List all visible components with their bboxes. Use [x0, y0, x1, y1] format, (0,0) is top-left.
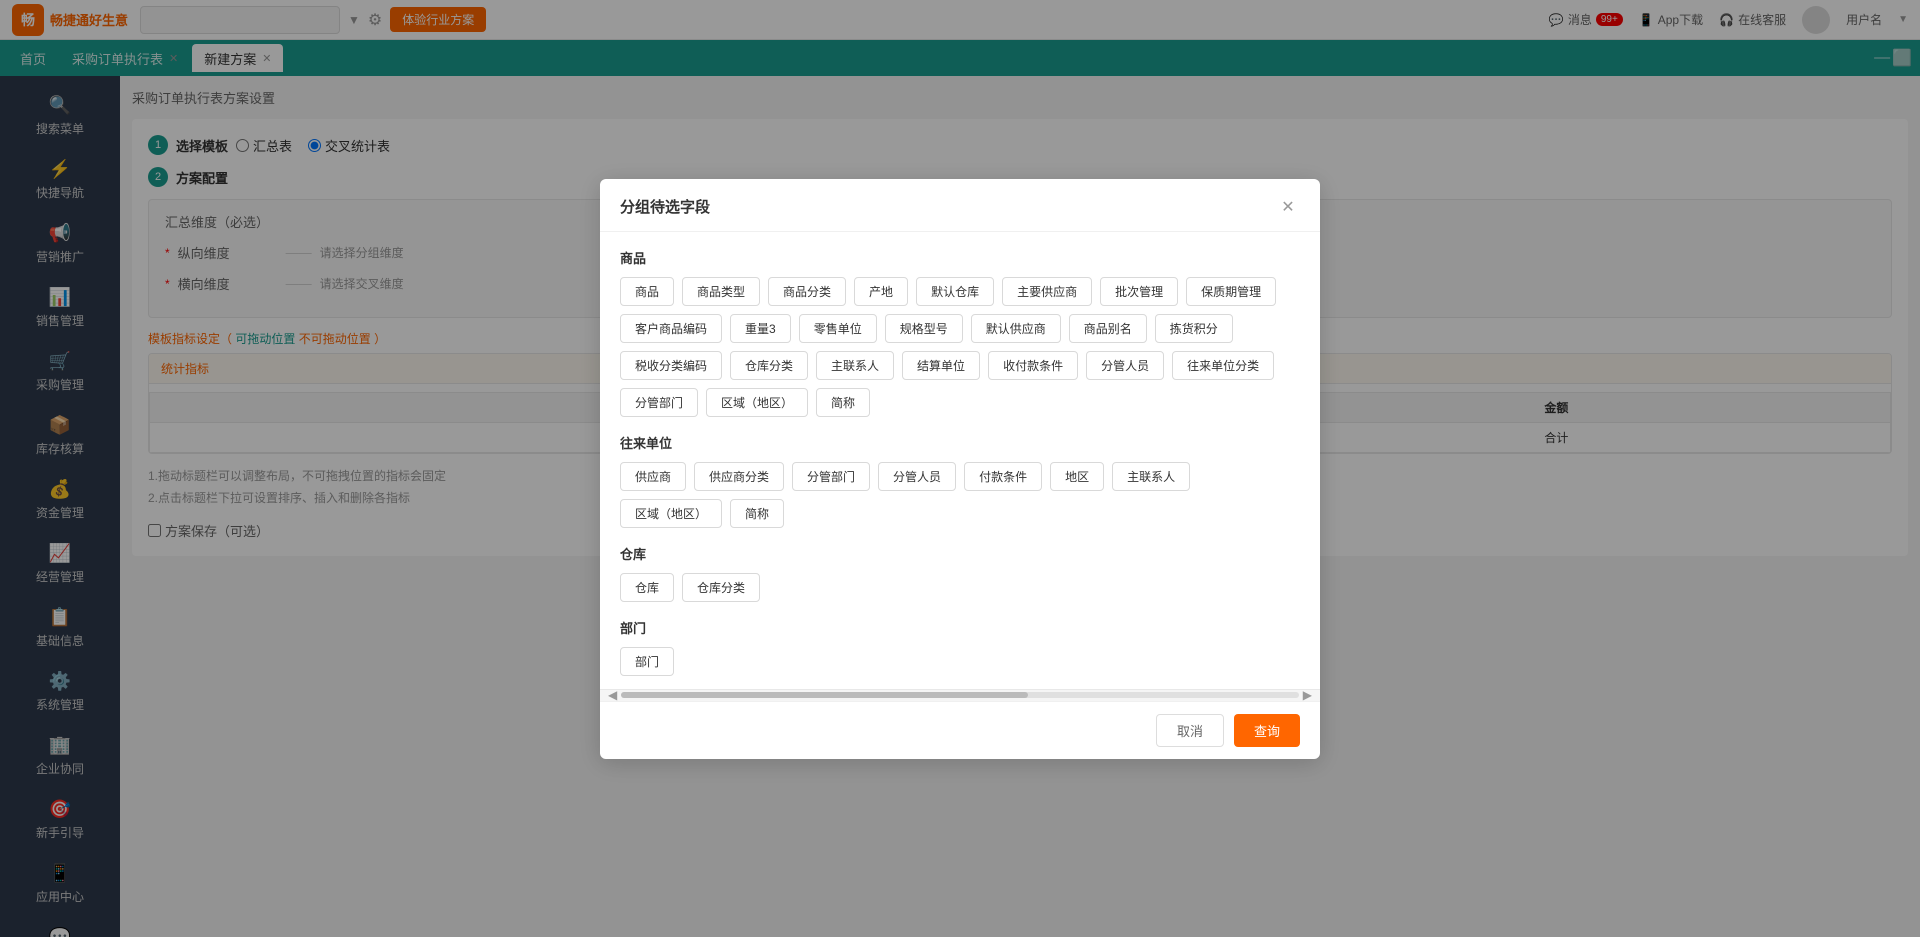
field-tag[interactable]: 重量3	[730, 314, 791, 343]
content-area: 采购订单执行表方案设置 1 选择模板 汇总表 交叉统计表	[120, 76, 1920, 937]
modal-cancel-btn[interactable]: 取消	[1156, 714, 1224, 747]
field-tag[interactable]: 付款条件	[964, 462, 1042, 491]
modal-hscroll: ◀ ▶	[600, 689, 1320, 701]
field-tag[interactable]: 批次管理	[1100, 277, 1178, 306]
field-tag[interactable]: 商品类型	[682, 277, 760, 306]
field-tag[interactable]: 供应商	[620, 462, 686, 491]
modal-confirm-btn[interactable]: 查询	[1234, 714, 1300, 747]
section-warehouse-title: 仓库	[620, 544, 1300, 563]
field-tag[interactable]: 商品	[620, 277, 674, 306]
field-tag[interactable]: 仓库分类	[682, 573, 760, 602]
field-tag[interactable]: 分管人员	[1086, 351, 1164, 380]
main-layout: 🔍 搜索菜单 ⚡ 快捷导航 📢 营销推广 📊 销售管理 🛒 采购管理 📦 库存核…	[0, 76, 1920, 937]
field-tag[interactable]: 零售单位	[799, 314, 877, 343]
field-tag[interactable]: 客户商品编码	[620, 314, 722, 343]
field-tag[interactable]: 结算单位	[902, 351, 980, 380]
modal-footer: 取消 查询	[600, 701, 1320, 759]
field-tag[interactable]: 仓库	[620, 573, 674, 602]
modal-hscroll-bar[interactable]	[621, 692, 1299, 698]
field-tag[interactable]: 区域（地区）	[706, 388, 808, 417]
modal-body[interactable]: 商品 商品 商品类型 商品分类 产地 默认仓库 主要供应商 批次管理 保质期管理…	[600, 232, 1320, 689]
field-tag[interactable]: 保质期管理	[1186, 277, 1276, 306]
section-goods-fields: 商品 商品类型 商品分类 产地 默认仓库 主要供应商 批次管理 保质期管理 客户…	[620, 277, 1300, 417]
section-warehouse-fields: 仓库 仓库分类	[620, 573, 1300, 602]
field-tag[interactable]: 部门	[620, 647, 674, 676]
section-goods: 商品 商品 商品类型 商品分类 产地 默认仓库 主要供应商 批次管理 保质期管理…	[620, 248, 1300, 417]
modal-dialog: 分组待选字段 ✕ 商品 商品 商品类型 商品分类 产地 默认仓库 主要供应商	[600, 179, 1320, 759]
modal-overlay: 分组待选字段 ✕ 商品 商品 商品类型 商品分类 产地 默认仓库 主要供应商	[120, 76, 1920, 937]
modal-title: 分组待选字段	[620, 196, 710, 217]
modal-hscroll-thumb	[621, 692, 1028, 698]
field-tag[interactable]: 简称	[730, 499, 784, 528]
field-tag[interactable]: 简称	[816, 388, 870, 417]
field-tag[interactable]: 主联系人	[1112, 462, 1190, 491]
field-tag[interactable]: 地区	[1050, 462, 1104, 491]
section-partner-title: 往来单位	[620, 433, 1300, 452]
field-tag[interactable]: 往来单位分类	[1172, 351, 1274, 380]
section-department-title: 部门	[620, 618, 1300, 637]
field-tag[interactable]: 商品分类	[768, 277, 846, 306]
field-tag[interactable]: 分管部门	[620, 388, 698, 417]
field-tag[interactable]: 税收分类编码	[620, 351, 722, 380]
field-tag[interactable]: 产地	[854, 277, 908, 306]
field-tag[interactable]: 供应商分类	[694, 462, 784, 491]
field-tag[interactable]: 商品别名	[1069, 314, 1147, 343]
section-partner: 往来单位 供应商 供应商分类 分管部门 分管人员 付款条件 地区 主联系人 区域…	[620, 433, 1300, 528]
section-department: 部门 部门	[620, 618, 1300, 676]
field-tag[interactable]: 规格型号	[885, 314, 963, 343]
field-tag[interactable]: 收付款条件	[988, 351, 1078, 380]
field-tag[interactable]: 区域（地区）	[620, 499, 722, 528]
field-tag[interactable]: 默认仓库	[916, 277, 994, 306]
section-partner-fields: 供应商 供应商分类 分管部门 分管人员 付款条件 地区 主联系人 区域（地区） …	[620, 462, 1300, 528]
field-tag[interactable]: 拣货积分	[1155, 314, 1233, 343]
field-tag[interactable]: 仓库分类	[730, 351, 808, 380]
field-tag[interactable]: 默认供应商	[971, 314, 1061, 343]
field-tag[interactable]: 主联系人	[816, 351, 894, 380]
modal-close-btn[interactable]: ✕	[1276, 195, 1300, 219]
modal-header: 分组待选字段 ✕	[600, 179, 1320, 232]
field-tag[interactable]: 主要供应商	[1002, 277, 1092, 306]
field-tag[interactable]: 分管人员	[878, 462, 956, 491]
section-goods-title: 商品	[620, 248, 1300, 267]
field-tag[interactable]: 分管部门	[792, 462, 870, 491]
section-warehouse: 仓库 仓库 仓库分类	[620, 544, 1300, 602]
section-department-fields: 部门	[620, 647, 1300, 676]
